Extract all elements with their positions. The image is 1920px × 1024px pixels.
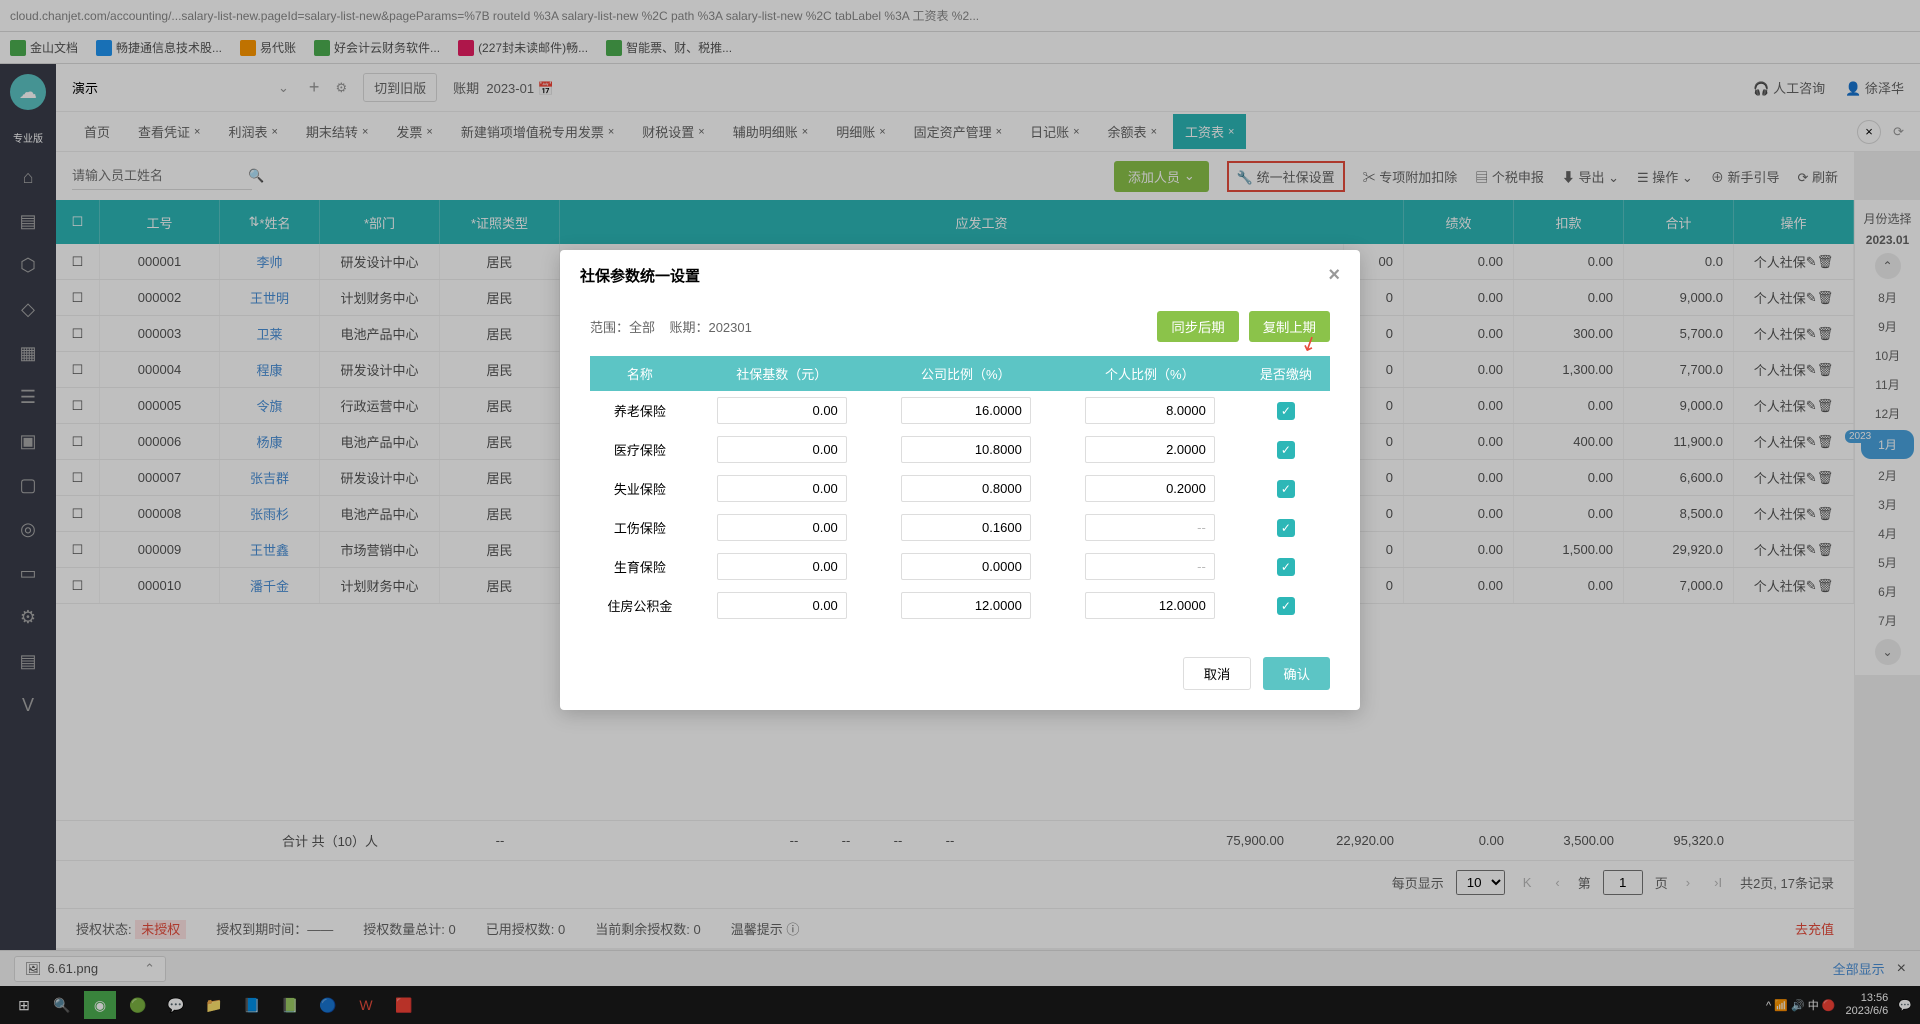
personal-input[interactable]: [1085, 592, 1215, 619]
pay-checkbox[interactable]: ✓: [1277, 441, 1295, 459]
shebao-row: 失业保险 ✓: [590, 469, 1330, 508]
modal-header: 社保参数统一设置 ×: [560, 250, 1360, 301]
row-name: 医疗保险: [590, 430, 690, 469]
th-personal: 个人比例（%）: [1058, 356, 1242, 391]
base-input[interactable]: [717, 592, 847, 619]
shebao-row: 医疗保险 ✓: [590, 430, 1330, 469]
company-input[interactable]: [901, 397, 1031, 424]
sync-later-button[interactable]: 同步后期: [1157, 311, 1238, 342]
pay-checkbox[interactable]: ✓: [1277, 558, 1295, 576]
th-pay: 是否缴纳: [1242, 356, 1330, 391]
shebao-settings-modal: 社保参数统一设置 × 范围：全部 账期：202301 同步后期 复制上期↙ 名称…: [560, 250, 1360, 710]
row-name: 工伤保险: [590, 508, 690, 547]
personal-input[interactable]: [1085, 436, 1215, 463]
th-name: 名称: [590, 356, 690, 391]
pay-checkbox[interactable]: ✓: [1277, 402, 1295, 420]
shebao-row: 养老保险 ✓: [590, 391, 1330, 430]
personal-input[interactable]: [1085, 475, 1215, 502]
cancel-button[interactable]: 取消: [1183, 657, 1252, 690]
base-input[interactable]: [717, 475, 847, 502]
shebao-row: 住房公积金 ✓: [590, 586, 1330, 625]
company-input[interactable]: [901, 475, 1031, 502]
personal-input[interactable]: [1085, 397, 1215, 424]
base-input[interactable]: [717, 436, 847, 463]
row-name: 生育保险: [590, 547, 690, 586]
personal-input[interactable]: [1085, 514, 1215, 541]
arrow-icon: ↙: [1297, 329, 1323, 359]
company-input[interactable]: [901, 553, 1031, 580]
modal-close-button[interactable]: ×: [1328, 264, 1340, 287]
base-input[interactable]: [717, 514, 847, 541]
pay-checkbox[interactable]: ✓: [1277, 480, 1295, 498]
row-name: 养老保险: [590, 391, 690, 430]
row-name: 住房公积金: [590, 586, 690, 625]
personal-input[interactable]: [1085, 553, 1215, 580]
base-input[interactable]: [717, 397, 847, 424]
shebao-row: 生育保险 ✓: [590, 547, 1330, 586]
base-input[interactable]: [717, 553, 847, 580]
modal-title: 社保参数统一设置: [580, 265, 700, 286]
confirm-button[interactable]: 确认: [1263, 657, 1330, 690]
pay-checkbox[interactable]: ✓: [1277, 597, 1295, 615]
row-name: 失业保险: [590, 469, 690, 508]
company-input[interactable]: [901, 436, 1031, 463]
company-input[interactable]: [901, 514, 1031, 541]
company-input[interactable]: [901, 592, 1031, 619]
modal-scope: 范围：全部 账期：202301: [590, 317, 752, 336]
th-company: 公司比例（%）: [874, 356, 1058, 391]
pay-checkbox[interactable]: ✓: [1277, 519, 1295, 537]
th-base: 社保基数（元）: [690, 356, 874, 391]
shebao-row: 工伤保险 ✓: [590, 508, 1330, 547]
copy-prev-button[interactable]: 复制上期↙: [1249, 311, 1330, 342]
shebao-table: 名称 社保基数（元） 公司比例（%） 个人比例（%） 是否缴纳 养老保险 ✓ 医…: [590, 356, 1330, 625]
